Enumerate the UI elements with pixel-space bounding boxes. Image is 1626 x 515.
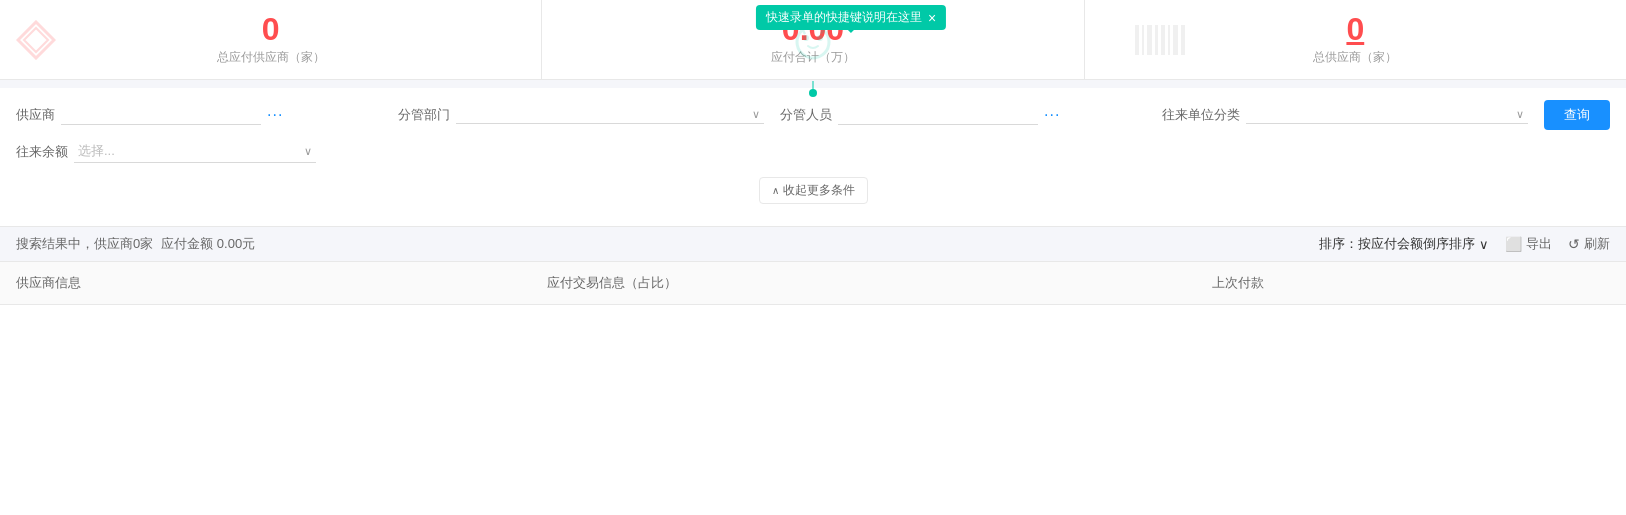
- col-header-last-payment: 上次付款: [1212, 274, 1611, 292]
- refresh-label: 刷新: [1584, 235, 1610, 253]
- filter-supplier: 供应商 ···: [16, 105, 382, 125]
- filter-row-2: 往来余额 选择... ∨: [16, 140, 1610, 163]
- tooltip-text: 快速录单的快捷键说明在这里: [766, 9, 922, 26]
- search-button[interactable]: 查询: [1544, 100, 1610, 130]
- col-header-transaction-info: 应付交易信息（占比）: [547, 274, 1211, 292]
- filter-balance: 往来余额 选择... ∨: [16, 140, 316, 163]
- tooltip-close-button[interactable]: ×: [928, 11, 936, 25]
- balance-select[interactable]: 选择... ∨: [74, 140, 316, 163]
- stat-total-suppliers: 0 总供应商（家）: [1085, 0, 1626, 79]
- filter-department: 分管部门 ∨: [398, 106, 764, 124]
- result-actions: 排序：按应付会额倒序排序 ∨ ⬜ 导出 ↺ 刷新: [1319, 235, 1610, 253]
- svg-rect-10: [1168, 25, 1170, 55]
- filter-manager: 分管人员 ···: [780, 105, 1146, 125]
- collapse-up-icon: ∧: [772, 185, 779, 196]
- shortcut-tooltip[interactable]: 快速录单的快捷键说明在这里 ×: [756, 5, 946, 30]
- stat-total-payable-suppliers: 0 总应付供应商（家）: [0, 0, 542, 79]
- supplier-dots-button[interactable]: ···: [267, 106, 283, 124]
- supplier-label: 供应商: [16, 106, 55, 124]
- unit-category-chevron-icon: ∨: [1516, 108, 1524, 121]
- table-body: [0, 305, 1626, 515]
- unit-category-label: 往来单位分类: [1162, 106, 1240, 124]
- manager-input[interactable]: [838, 105, 1038, 125]
- diamond-icon: [16, 20, 56, 60]
- result-info-container: 搜索结果中，供应商0家 应付金额 0.00元: [16, 235, 255, 253]
- export-icon: ⬜: [1505, 236, 1522, 252]
- svg-rect-12: [1181, 25, 1185, 55]
- department-chevron-icon: ∨: [752, 108, 760, 121]
- unit-category-select[interactable]: ∨: [1246, 106, 1528, 124]
- filter-unit-category: 往来单位分类 ∨: [1162, 106, 1528, 124]
- svg-point-4: [817, 35, 823, 41]
- svg-point-3: [803, 35, 809, 41]
- svg-rect-6: [1142, 25, 1144, 55]
- department-label: 分管部门: [398, 106, 450, 124]
- result-bar: 搜索结果中，供应商0家 应付金额 0.00元 排序：按应付会额倒序排序 ∨ ⬜ …: [0, 227, 1626, 262]
- export-label: 导出: [1526, 235, 1552, 253]
- filter-row-1: 供应商 ··· 分管部门 ∨ 分管人员 ··· 往来单位分类 ∨: [16, 100, 1610, 130]
- manager-label: 分管人员: [780, 106, 832, 124]
- filter-section: 供应商 ··· 分管部门 ∨ 分管人员 ··· 往来单位分类 ∨: [0, 88, 1626, 227]
- department-select[interactable]: ∨: [456, 106, 764, 124]
- supplier-input[interactable]: [61, 105, 261, 125]
- svg-rect-7: [1147, 25, 1152, 55]
- stat-payable-total: 快速录单的快捷键说明在这里 × 0.00 应付合计（万）: [542, 0, 1084, 79]
- collapse-label: 收起更多条件: [783, 182, 855, 199]
- col-header-supplier-info: 供应商信息: [16, 274, 547, 292]
- svg-rect-11: [1173, 25, 1178, 55]
- svg-rect-8: [1155, 25, 1158, 55]
- sort-label: 排序：按应付会额倒序排序: [1319, 235, 1475, 253]
- svg-rect-9: [1161, 25, 1165, 55]
- manager-dots-button[interactable]: ···: [1044, 106, 1060, 124]
- table-section: 供应商信息 应付交易信息（占比） 上次付款: [0, 262, 1626, 515]
- tooltip-dot: [809, 89, 817, 97]
- collapse-button[interactable]: ∧ 收起更多条件: [759, 177, 868, 204]
- result-info-text: 搜索结果中，供应商0家: [16, 235, 153, 253]
- balance-value: 选择...: [78, 142, 304, 160]
- collapse-container: ∧ 收起更多条件: [16, 173, 1610, 214]
- total-suppliers-label: 总供应商（家）: [1313, 49, 1397, 66]
- table-header: 供应商信息 应付交易信息（占比） 上次付款: [0, 262, 1626, 305]
- svg-rect-5: [1135, 25, 1139, 55]
- barcode-icon: [1135, 25, 1185, 55]
- sort-chevron-icon: ∨: [1479, 237, 1489, 252]
- total-payable-label: 总应付供应商（家）: [217, 49, 325, 66]
- total-payable-value: 0: [262, 13, 280, 45]
- total-suppliers-value[interactable]: 0: [1346, 13, 1364, 45]
- balance-chevron-icon: ∨: [304, 145, 312, 158]
- export-button[interactable]: ⬜ 导出: [1505, 235, 1552, 253]
- stats-bar: 0 总应付供应商（家） 快速录单的快捷键说明在这里 × 0.00 应付合计（万）: [0, 0, 1626, 80]
- refresh-icon: ↺: [1568, 236, 1580, 252]
- balance-label: 往来余额: [16, 143, 68, 161]
- result-amount-text: 应付金额 0.00元: [161, 235, 255, 253]
- sort-button[interactable]: 排序：按应付会额倒序排序 ∨: [1319, 235, 1489, 253]
- refresh-button[interactable]: ↺ 刷新: [1568, 235, 1610, 253]
